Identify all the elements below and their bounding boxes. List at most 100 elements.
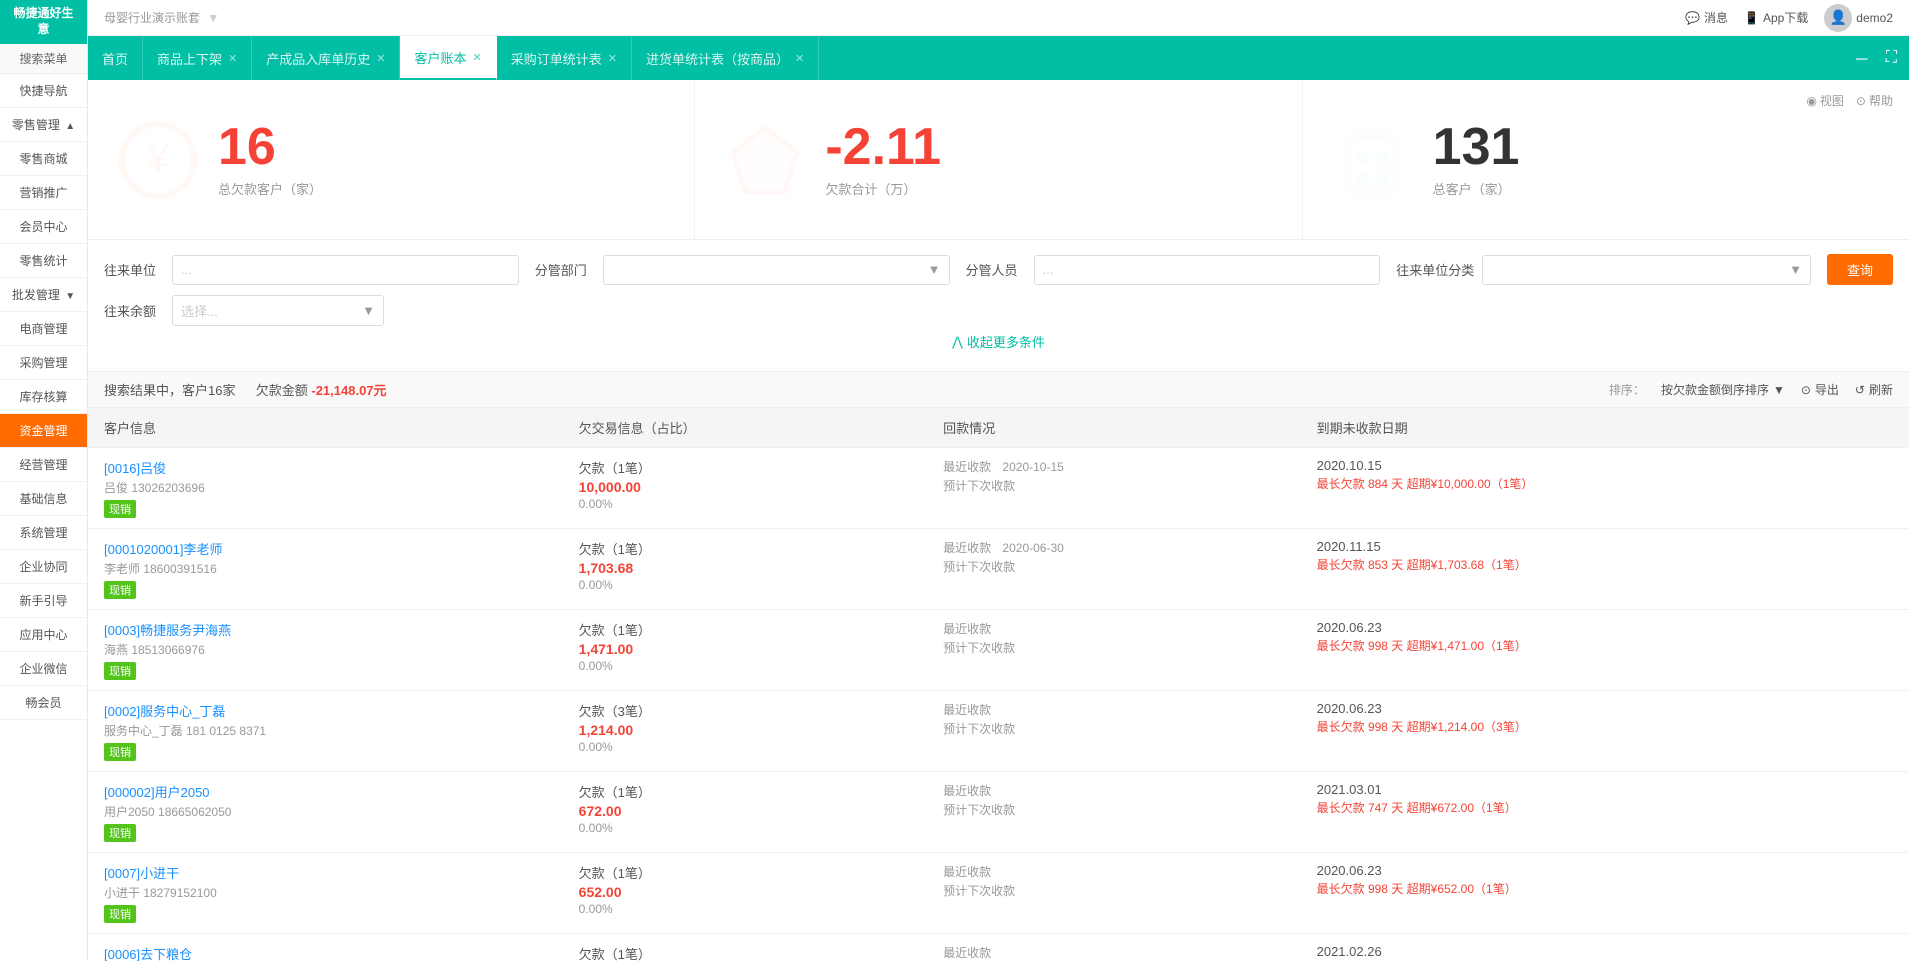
customer-name-link[interactable]: [0001020001]李老师	[104, 539, 547, 558]
customer-name-link[interactable]: [0003]畅捷服务尹海燕	[104, 620, 547, 639]
filter-unit-category: 往来单位分类 ▼	[1396, 255, 1811, 285]
cell-payment-status: 最近收款 预计下次收款	[927, 853, 1301, 934]
expand-button[interactable]: ⛶	[1882, 45, 1901, 71]
result-actions: 排序： 按欠款金额倒序排序 ▼ ⊙ 导出 ↺ 刷新	[1609, 381, 1893, 398]
cell-due-date: 2021.02.26 最长欠款 750 天 超期¥455.90（1笔）	[1301, 934, 1909, 961]
close-icon[interactable]: ✕	[228, 52, 237, 65]
query-button[interactable]: 查询	[1827, 254, 1893, 285]
close-icon[interactable]: ✕	[795, 52, 804, 65]
sidebar-item-basic-info[interactable]: 基础信息	[0, 482, 87, 516]
tab-product-off[interactable]: 商品上下架 ✕	[143, 36, 252, 80]
sidebar-item-guide[interactable]: 新手引导	[0, 584, 87, 618]
sidebar-item-retail-mgmt[interactable]: 零售管理 ▲	[0, 108, 87, 142]
table-row: [0002]服务中心_丁磊 服务中心_丁磊 181 0125 8371 现销 欠…	[88, 691, 1909, 772]
customer-badge: 现销	[104, 905, 136, 923]
sidebar-item-finance[interactable]: 资金管理	[0, 414, 87, 448]
sidebar-item-enterprise-collab[interactable]: 企业协同	[0, 550, 87, 584]
table-section: 客户信息 欠交易信息（占比） 回款情况 到期未收款日期	[88, 408, 1909, 961]
customer-name-link[interactable]: [0007]小进干	[104, 863, 547, 882]
sidebar-item-retail-mall[interactable]: 零售商城	[0, 142, 87, 176]
collapse-button[interactable]: ⋀ 收起更多条件	[104, 326, 1893, 357]
tab-stock-summary[interactable]: 进货单统计表（按商品） ✕	[632, 36, 819, 80]
division-select[interactable]: ▼	[603, 255, 950, 285]
purchase-label: 采购管理	[19, 356, 67, 370]
sidebar-item-retail-stats[interactable]: 零售统计	[0, 244, 87, 278]
overdue-info: 最长欠款 998 天 超期¥1,471.00（1笔）	[1317, 637, 1893, 654]
overdue-link[interactable]: 超期¥1,214.00（3笔）	[1407, 720, 1527, 734]
next-payment: 预计下次收款	[943, 801, 1285, 818]
close-icon[interactable]: ✕	[473, 51, 482, 64]
app-subtitle: 母婴行业演示账套 ▼	[104, 9, 219, 26]
col-customer-info: 客户信息	[88, 408, 563, 448]
close-icon[interactable]: ✕	[608, 52, 617, 65]
next-payment: 预计下次收款	[943, 720, 1285, 737]
overdue-info: 最长欠款 747 天 超期¥672.00（1笔）	[1317, 799, 1893, 816]
view-action[interactable]: ◉ 视图	[1806, 92, 1844, 109]
system-label: 系统管理	[19, 526, 67, 540]
customer-name-link[interactable]: [000002]用户2050	[104, 782, 547, 801]
overdue-link[interactable]: 超期¥1,471.00（1笔）	[1407, 639, 1527, 653]
refresh-button[interactable]: ↺ 刷新	[1855, 381, 1893, 398]
sidebar-item-system[interactable]: 系统管理	[0, 516, 87, 550]
chevron-down-icon: ▼	[1789, 262, 1802, 277]
debt-amount: 10,000.00	[579, 479, 911, 495]
from-unit-input[interactable]: ...	[172, 255, 519, 285]
filter-division: 分管部门 ▼	[535, 255, 950, 285]
minimize-button[interactable]: －	[1850, 42, 1874, 74]
customer-badge: 现销	[104, 824, 136, 842]
balance-select[interactable]: 选择... ▼	[172, 295, 384, 326]
table-row: [0001020001]李老师 李老师 18600391516 现销 欠款（1笔…	[88, 529, 1909, 610]
overdue-link[interactable]: 超期¥10,000.00（1笔）	[1407, 477, 1534, 491]
cell-customer-info: [0001020001]李老师 李老师 18600391516 现销	[88, 529, 563, 610]
manager-label: 分管人员	[966, 260, 1026, 279]
sidebar-item-enterprise-wechat[interactable]: 企业微信	[0, 652, 87, 686]
overdue-link[interactable]: 超期¥672.00（1笔）	[1407, 801, 1517, 815]
customer-name-link[interactable]: [0006]去下粮仓	[104, 944, 547, 961]
unit-category-select[interactable]: ▼	[1482, 255, 1811, 285]
tab-purchase-order[interactable]: 采购订单统计表 ✕	[497, 36, 632, 80]
vip-member-label: 畅会员	[25, 696, 61, 710]
sidebar-item-operations[interactable]: 经营管理	[0, 448, 87, 482]
sidebar-item-ecommerce[interactable]: 电商管理	[0, 312, 87, 346]
retail-mgmt-label: 零售管理	[12, 118, 60, 132]
sidebar-logo: 畅捷通好生意	[0, 0, 87, 44]
sidebar-item-inventory[interactable]: 库存核算	[0, 380, 87, 414]
cell-debt-info: 欠款（1笔） 652.00 0.00%	[563, 853, 927, 934]
overdue-link[interactable]: 超期¥1,703.68（1笔）	[1407, 558, 1527, 572]
tab-customer-account[interactable]: 客户账本 ✕	[400, 36, 496, 80]
sidebar-item-vip-member[interactable]: 畅会员	[0, 686, 87, 720]
filter-from-unit: 往来单位 ...	[104, 255, 519, 285]
customer-badge: 现销	[104, 662, 136, 680]
sort-select[interactable]: 按欠款金额倒序排序 ▼	[1661, 381, 1785, 398]
user-menu[interactable]: 👤 demo2	[1824, 4, 1893, 32]
customer-badge: 现销	[104, 500, 136, 518]
sidebar-item-search[interactable]: 搜索菜单	[0, 44, 87, 74]
manager-input[interactable]: ...	[1034, 255, 1381, 285]
sidebar-item-app-center[interactable]: 应用中心	[0, 618, 87, 652]
customer-name-link[interactable]: [0002]服务中心_丁磊	[104, 701, 547, 720]
unit-category-label: 往来单位分类	[1396, 260, 1474, 279]
sidebar-item-purchase[interactable]: 采购管理	[0, 346, 87, 380]
overdue-info: 最长欠款 998 天 超期¥652.00（1笔）	[1317, 880, 1893, 897]
sidebar-item-batch-mgmt[interactable]: 批发管理 ▼	[0, 278, 87, 312]
result-bar: 搜索结果中，客户16家 欠款金额 -21,148.07元 排序： 按欠款金额倒序…	[88, 372, 1909, 408]
message-btn[interactable]: 💬 消息	[1685, 9, 1728, 26]
table-row: [0016]吕俊 吕俊 13026203696 现销 欠款（1笔） 10,000…	[88, 448, 1909, 529]
sidebar-item-member[interactable]: 会员中心	[0, 210, 87, 244]
sidebar-item-marketing[interactable]: 营销推广	[0, 176, 87, 210]
overdue-info: 最长欠款 853 天 超期¥1,703.68（1笔）	[1317, 556, 1893, 573]
overdue-link[interactable]: 超期¥652.00（1笔）	[1407, 882, 1517, 896]
close-icon[interactable]: ✕	[376, 52, 385, 65]
money-icon: ¥	[118, 120, 198, 200]
content-wrapper: ¥ 16 总欠款客户（家）	[88, 80, 1909, 961]
help-action[interactable]: ⊙ 帮助	[1856, 92, 1893, 109]
tab-home[interactable]: 首页	[88, 36, 143, 80]
last-payment-date: 2020-10-15	[1002, 460, 1063, 474]
overdue-amount-number: -2.11	[825, 121, 941, 173]
app-download-btn[interactable]: 📱 App下载	[1744, 9, 1808, 26]
tab-produce-history[interactable]: 产成品入库单历史 ✕	[252, 36, 400, 80]
search-label: 搜索菜单	[19, 52, 67, 66]
sidebar-item-quick-nav[interactable]: 快捷导航	[0, 74, 87, 108]
customer-name-link[interactable]: [0016]吕俊	[104, 458, 547, 477]
export-button[interactable]: ⊙ 导出	[1801, 381, 1839, 398]
